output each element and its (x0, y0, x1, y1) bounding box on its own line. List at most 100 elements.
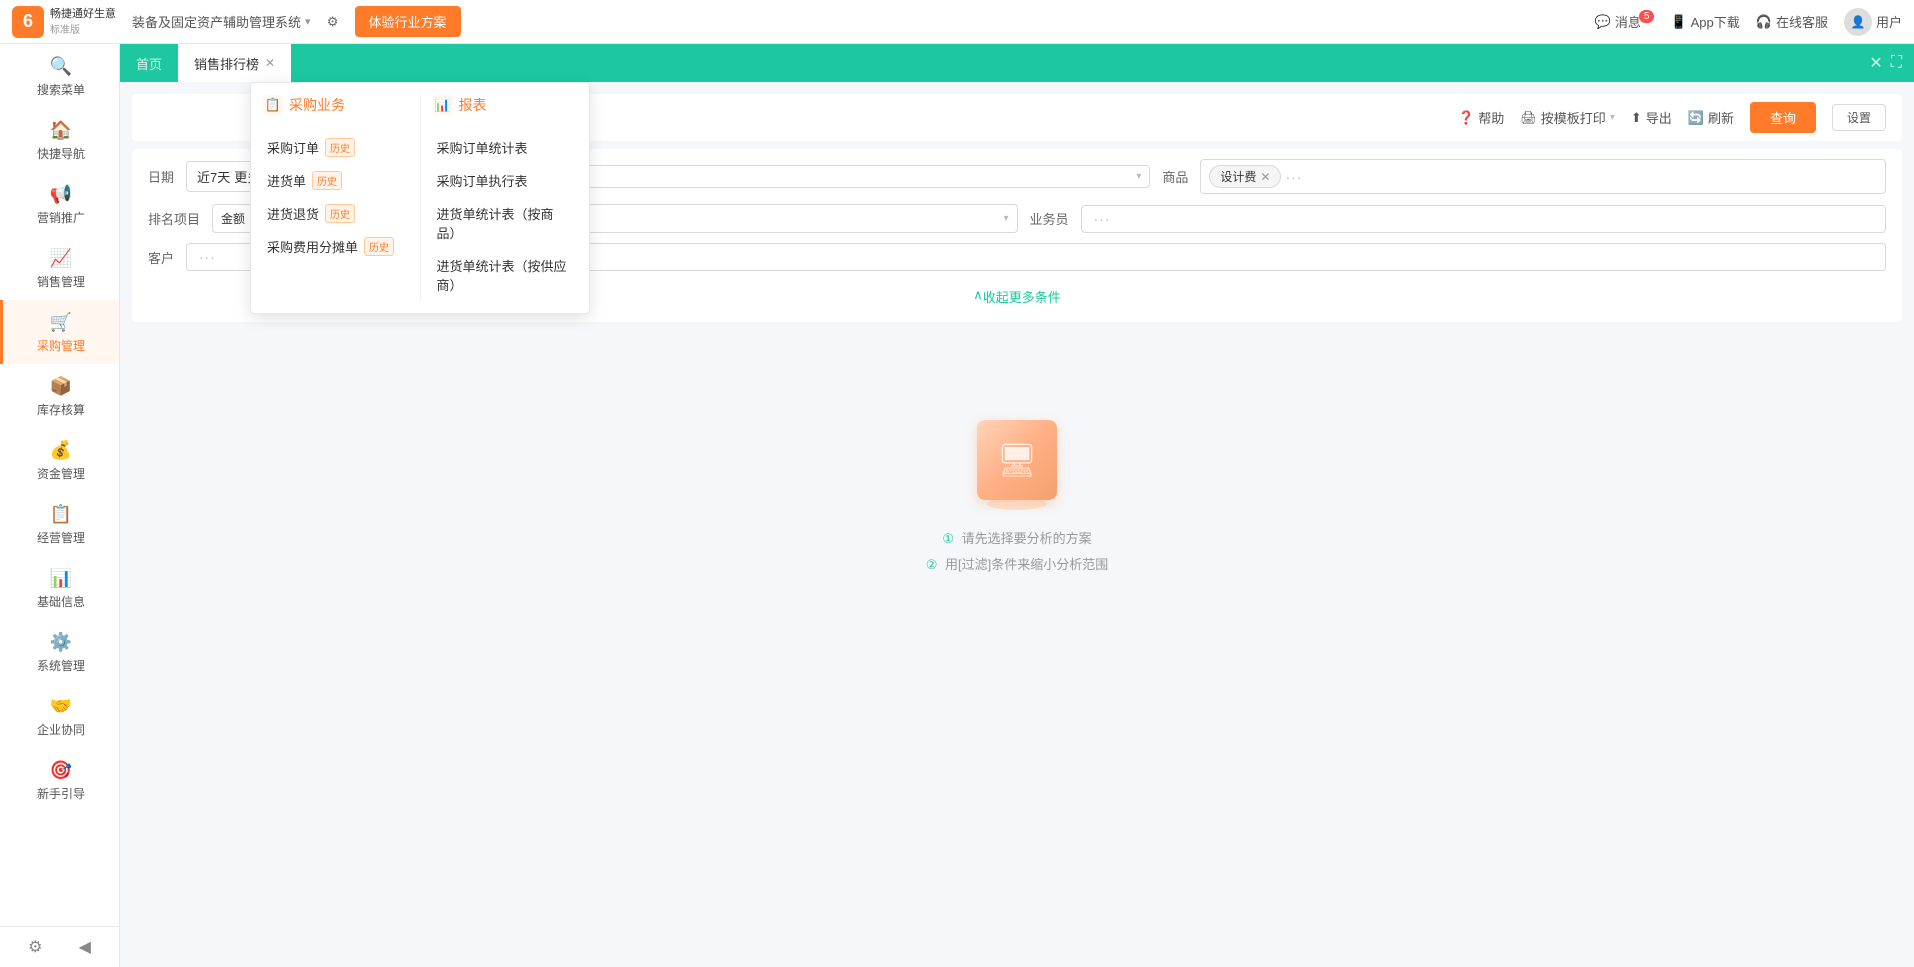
rank-label: 排名项目 (148, 209, 200, 228)
refresh-btn[interactable]: 🔄 刷新 (1688, 108, 1734, 127)
user-label: 用户 (1876, 12, 1902, 31)
export-btn[interactable]: ⬆ 导出 (1631, 108, 1672, 127)
empty-state: 🖥 ① 请先选择要分析的方案 ② 用[过滤]条件来缩小分析范围 (132, 330, 1902, 658)
purchase-section-icon: 📋 (263, 95, 283, 115)
dropdown-item-inbound-goods[interactable]: 进货单统计表（按商品） (433, 197, 578, 249)
online-service-btn[interactable]: 🎧 在线客服 (1756, 12, 1828, 31)
goods-tag: 设计费 ✕ (1209, 165, 1281, 188)
dropdown-item-inbound-supplier-label: 进货单统计表（按供应商） (437, 256, 574, 294)
dropdown-popup: 📋 采购业务 采购订单 历史 进货单 历史 进货退货 历史 (250, 82, 590, 314)
main-layout: 🔍 搜索菜单 🏠 快捷导航 📢 营销推广 📈 销售管理 🛒 采购管理 📦 库存核… (0, 44, 1914, 967)
collapse-icon: ∧ (973, 287, 983, 306)
goods-more-icon[interactable]: ··· (1285, 169, 1302, 185)
help-label: 帮助 (1478, 108, 1504, 127)
dropdown-section-report: 📊 报表 采购订单统计表 采购订单执行表 进货单统计表（按商品） 进货单统计表（… (420, 95, 590, 301)
finance-icon: 💰 (50, 440, 72, 461)
sidebar-item-collab[interactable]: 🤝 企业协同 (0, 684, 119, 748)
salesperson-more-icon[interactable]: ··· (1094, 211, 1111, 227)
dropdown-item-order-exec[interactable]: 采购订单执行表 (433, 164, 578, 197)
tip-num-1: ① (942, 531, 954, 546)
sidebar-item-marketing-label: 营销推广 (37, 209, 85, 226)
purchase-icon: 🛒 (50, 312, 72, 333)
sidebar-item-guide[interactable]: 🎯 新手引导 (0, 748, 119, 812)
print-chevron-icon: ▾ (1610, 112, 1615, 123)
history-badge-1: 历史 (325, 138, 355, 157)
collapse-text: 收起更多条件 (983, 287, 1061, 306)
tab-close-icon[interactable]: ✕ (265, 56, 275, 70)
dropdown-item-inbound[interactable]: 进货单 历史 (263, 164, 408, 197)
sidebar-settings-btn[interactable]: ⚙ (28, 937, 42, 957)
dropdown-section-purchase-title: 📋 采购业务 (263, 95, 408, 121)
sidebar-item-inventory[interactable]: 📦 库存核算 (0, 364, 119, 428)
dropdown-item-inbound-label: 进货单 (267, 171, 306, 190)
message-icon: 💬 (1595, 14, 1611, 30)
content-area: 首页 销售排行榜 ✕ ✕ ⛶ ❓ 帮助 🖨 按模板打印 (120, 44, 1914, 967)
dropdown-item-purchase-order[interactable]: 采购订单 历史 (263, 131, 408, 164)
tab-home[interactable]: 首页 (120, 44, 178, 82)
sidebar-item-operation[interactable]: 📋 经营管理 (0, 492, 119, 556)
sidebar-item-system[interactable]: ⚙️ 系统管理 (0, 620, 119, 684)
sidebar-item-sales-label: 销售管理 (37, 273, 85, 290)
app-download-btn[interactable]: 📱 App下载 (1670, 12, 1739, 31)
basic-icon: 📊 (50, 568, 72, 589)
tab-expand-icon[interactable]: ⛶ (1891, 54, 1902, 72)
goods-tag-text: 设计费 (1220, 168, 1256, 185)
set-btn[interactable]: 设置 (1832, 104, 1886, 131)
industry-btn[interactable]: 体验行业方案 (355, 6, 461, 37)
chevron-down-icon[interactable]: ▾ (305, 15, 311, 28)
customer-more-icon[interactable]: ··· (199, 249, 216, 265)
logo-icon: 6 (12, 6, 44, 38)
tip-num-2: ② (926, 557, 938, 572)
goods-field[interactable]: 设计费 ✕ ··· (1200, 159, 1886, 194)
customer-label: 客户 (148, 248, 174, 267)
salesperson-field[interactable]: ··· (1081, 205, 1886, 233)
help-btn[interactable]: ❓ 帮助 (1458, 108, 1504, 127)
sidebar-item-purchase[interactable]: 🛒 采购管理 (0, 300, 119, 364)
user-btn[interactable]: 👤 用户 (1844, 8, 1902, 36)
query-btn[interactable]: 查询 (1750, 102, 1816, 133)
dropdown-item-inbound-goods-label: 进货单统计表（按商品） (437, 204, 574, 242)
tab-bar-right: ✕ ⛶ (1869, 53, 1914, 73)
message-badge: 5 (1639, 10, 1655, 23)
sidebar-item-nav[interactable]: 🏠 快捷导航 (0, 108, 119, 172)
header-center: 装备及固定资产辅助管理系统 ▾ ⚙ 体验行业方案 (132, 6, 1595, 37)
collab-icon: 🤝 (50, 696, 72, 717)
message-btn[interactable]: 💬 消息 5 (1595, 12, 1655, 31)
dropdown-section-report-title: 📊 报表 (433, 95, 578, 121)
dropdown-item-inbound-supplier[interactable]: 进货单统计表（按供应商） (433, 249, 578, 301)
print-btn[interactable]: 🖨 按模板打印 ▾ (1520, 108, 1615, 127)
sidebar-item-sales[interactable]: 📈 销售管理 (0, 236, 119, 300)
dropdown-item-order-stat-label: 采购订单统计表 (437, 138, 528, 157)
sidebar-collapse-btn[interactable]: ◀ (79, 937, 91, 957)
sidebar-item-finance[interactable]: 💰 资金管理 (0, 428, 119, 492)
sidebar-item-search[interactable]: 🔍 搜索菜单 (0, 44, 119, 108)
system-icon: ⚙️ (50, 632, 72, 653)
dropdown-item-purchase-order-label: 采购订单 (267, 138, 319, 157)
sidebar-item-basic[interactable]: 📊 基础信息 (0, 556, 119, 620)
empty-tip-2: ② 用[过滤]条件来缩小分析范围 (926, 552, 1109, 578)
guide-icon: 🎯 (50, 760, 72, 781)
sidebar: 🔍 搜索菜单 🏠 快捷导航 📢 营销推广 📈 销售管理 🛒 采购管理 📦 库存核… (0, 44, 120, 967)
help-icon: ❓ (1458, 110, 1474, 126)
header-right: 💬 消息 5 📱 App下载 🎧 在线客服 👤 用户 (1595, 8, 1902, 36)
dropdown-item-cost[interactable]: 采购费用分摊单 历史 (263, 230, 408, 263)
sidebar-item-inventory-label: 库存核算 (37, 401, 85, 418)
phone-icon: 📱 (1670, 14, 1686, 30)
tab-close-all-icon[interactable]: ✕ (1869, 53, 1882, 73)
refresh-icon: 🔄 (1688, 110, 1704, 126)
sidebar-item-operation-label: 经营管理 (37, 529, 85, 546)
empty-tip-1: ① 请先选择要分析的方案 (942, 526, 1091, 552)
purchase-section-title-text: 采购业务 (289, 95, 345, 115)
logo-area: 6 畅捷通好生意 标准版 (12, 6, 132, 38)
goods-tag-close-icon[interactable]: ✕ (1260, 170, 1270, 184)
sidebar-bottom: ⚙ ◀ (0, 926, 119, 967)
headset-icon: 🎧 (1756, 14, 1772, 30)
settings-icon-btn[interactable]: ⚙ (319, 8, 347, 36)
print-label: 按模板打印 (1541, 108, 1606, 127)
dropdown-item-order-stat[interactable]: 采购订单统计表 (433, 131, 578, 164)
sidebar-item-marketing[interactable]: 📢 营销推广 (0, 172, 119, 236)
empty-icon-base (987, 498, 1047, 510)
tab-sales-rank[interactable]: 销售排行榜 ✕ (178, 44, 291, 82)
dropdown-item-return[interactable]: 进货退货 历史 (263, 197, 408, 230)
sales-icon: 📈 (50, 248, 72, 269)
